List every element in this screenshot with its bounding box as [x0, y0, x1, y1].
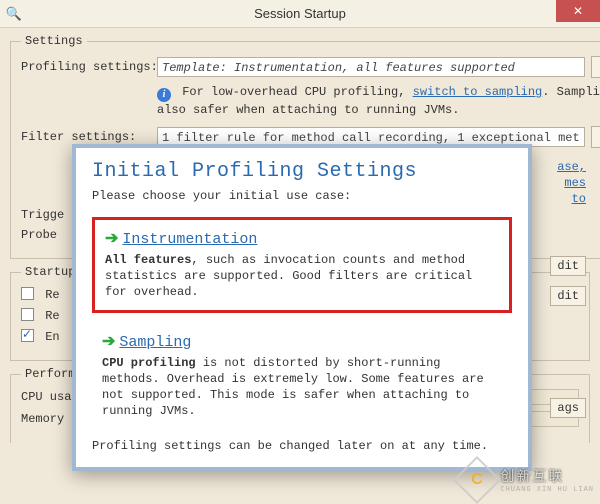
peek-edit-2[interactable]: dit: [550, 286, 586, 306]
startup-checkbox-3[interactable]: [21, 329, 34, 342]
option-instrumentation[interactable]: ➔Instrumentation All features, such as i…: [92, 217, 512, 313]
profiling-edit-button[interactable]: Edit: [591, 56, 600, 78]
profiling-label: Profiling settings:: [21, 60, 151, 74]
option-instrumentation-desc: All features, such as invocation counts …: [105, 252, 499, 300]
watermark-logo-icon: C: [453, 456, 501, 504]
peek-edit-1[interactable]: dit: [550, 256, 586, 276]
startup-checkbox-1[interactable]: [21, 287, 34, 300]
dialog-note: Profiling settings can be changed later …: [92, 439, 512, 453]
dialog-subtitle: Please choose your initial use case:: [92, 189, 512, 203]
switch-to-sampling-link[interactable]: switch to sampling: [413, 85, 543, 99]
option-sampling-title: Sampling: [119, 334, 191, 351]
option-sampling-desc: CPU profiling is not distorted by short-…: [102, 355, 502, 419]
arrow-icon: ➔: [102, 331, 115, 351]
dialog-title: Initial Profiling Settings: [92, 160, 512, 183]
settings-legend: Settings: [21, 34, 87, 48]
info-icon: i: [157, 88, 171, 102]
startup-checkbox-3-label: En: [45, 330, 59, 344]
watermark-text: 创新互联: [500, 468, 564, 484]
peek-ags-button[interactable]: ags: [550, 398, 586, 418]
peek-link-to[interactable]: to: [572, 192, 586, 206]
profiling-hint: i For low-overhead CPU profiling, switch…: [157, 84, 600, 118]
peek-text-2: mes: [564, 176, 586, 190]
option-instrumentation-title: Instrumentation: [122, 231, 257, 248]
filter-label: Filter settings:: [21, 130, 151, 144]
titlebar: 🔍 Session Startup ✕: [0, 0, 600, 28]
watermark-subtext: CHUANG XIN HU LIAN: [500, 486, 594, 494]
close-button[interactable]: ✕: [556, 0, 600, 22]
startup-checkbox-1-label: Re: [45, 288, 59, 302]
startup-checkbox-2[interactable]: [21, 308, 34, 321]
arrow-icon: ➔: [105, 228, 118, 248]
initial-profiling-dialog: Initial Profiling Settings Please choose…: [72, 144, 532, 471]
window-title: Session Startup: [254, 6, 346, 21]
option-sampling[interactable]: ➔Sampling CPU profiling is not distorted…: [92, 323, 512, 429]
startup-checkbox-2-label: Re: [45, 309, 59, 323]
startup-legend: Startup: [21, 265, 79, 279]
peek-text-1: ase,: [557, 160, 586, 174]
profiling-value: Template: Instrumentation, all features …: [157, 57, 585, 77]
watermark: C 创新互联 CHUANG XIN HU LIAN: [460, 463, 594, 497]
filter-edit-button[interactable]: Edit: [591, 126, 600, 148]
help-icon[interactable]: 🔍: [4, 4, 24, 24]
